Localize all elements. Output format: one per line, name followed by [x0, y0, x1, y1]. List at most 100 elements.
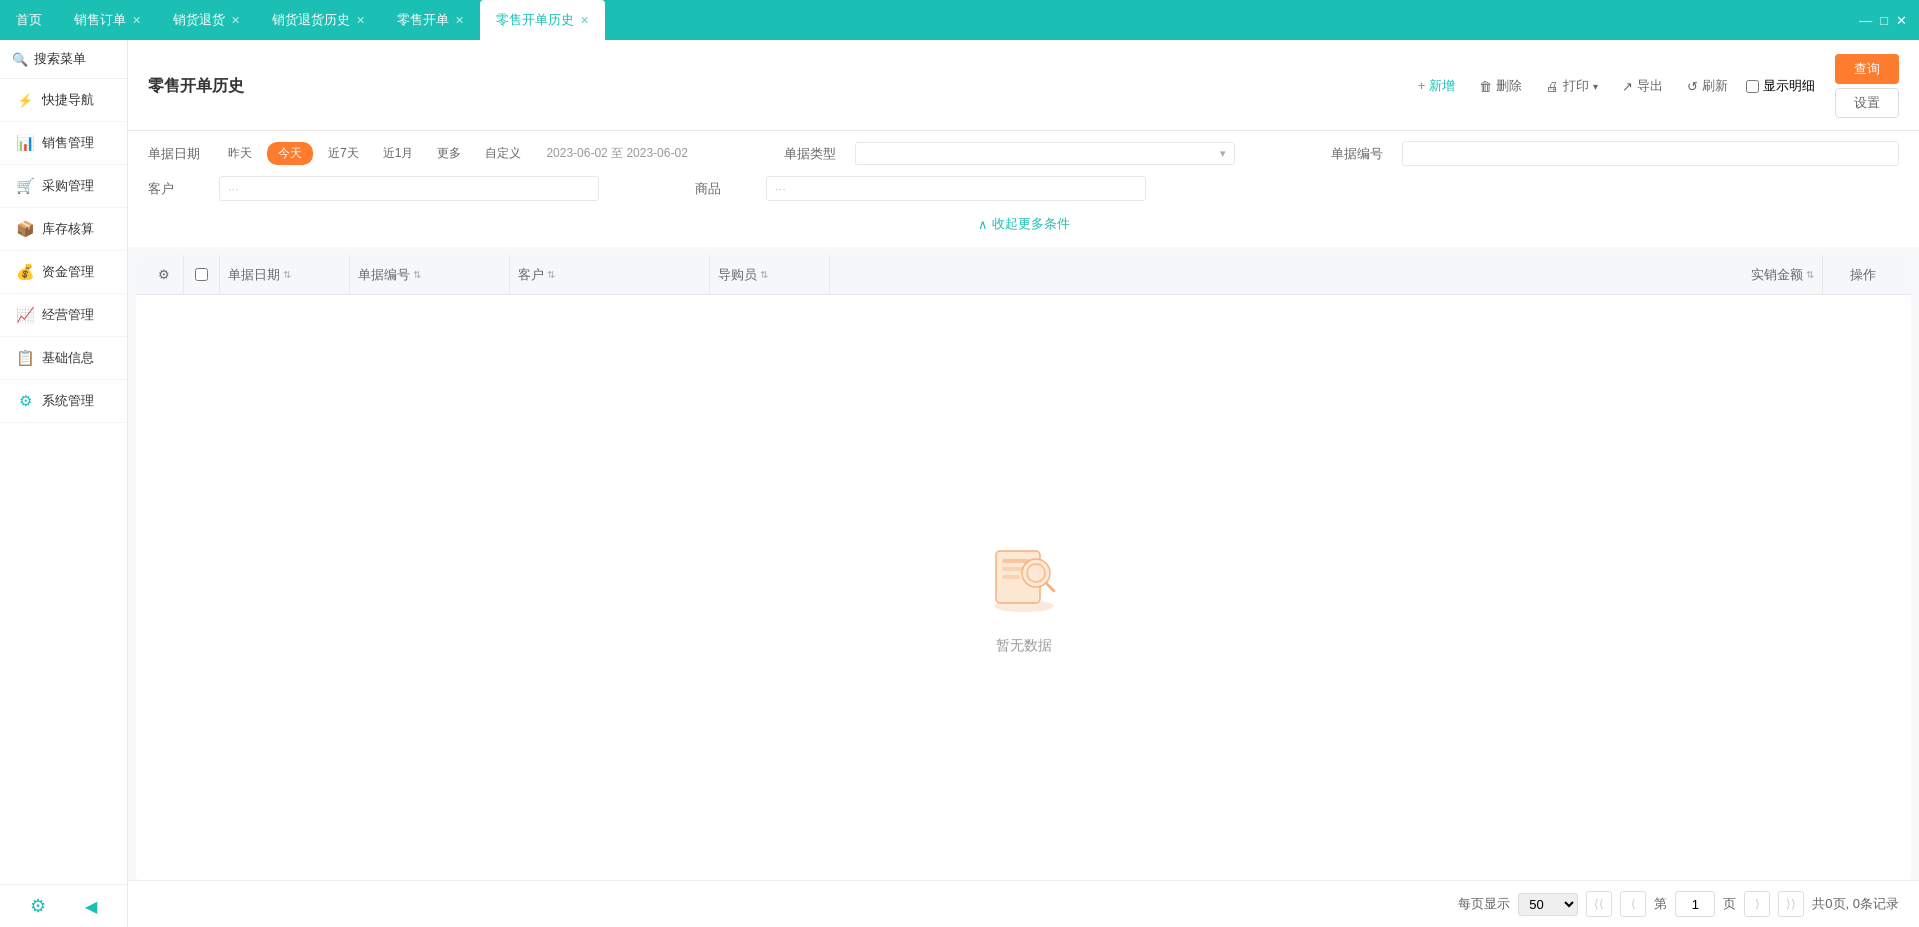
th-guide[interactable]: 导购员 ⇅ [710, 255, 830, 295]
product-select[interactable]: ··· [766, 176, 1146, 201]
th-amount[interactable]: 实销金额 ⇅ [830, 255, 1823, 295]
tab-close-sales-return-history[interactable]: ✕ [356, 14, 365, 27]
tab-sales-order[interactable]: 销售订单 ✕ [58, 0, 157, 40]
date-quick-buttons: 昨天 今天 近7天 近1月 更多 自定义 [219, 142, 530, 165]
tab-sales-return[interactable]: 销货退货 ✕ [157, 0, 256, 40]
sidebar-item-system[interactable]: ⚙ 系统管理 [0, 380, 127, 423]
toolbar: + 新增 🗑 删除 🖨 打印 ▾ ↗ 导出 [1412, 54, 1899, 118]
svg-rect-4 [1002, 575, 1020, 579]
sidebar-item-purchase-mgmt[interactable]: 🛒 采购管理 [0, 165, 127, 208]
tab-close-retail-open-history[interactable]: ✕ [580, 14, 589, 27]
total-info: 共0页, 0条记录 [1812, 895, 1899, 913]
chart-icon: 📊 [16, 134, 34, 152]
date-btn-more[interactable]: 更多 [428, 142, 470, 165]
top-tabbar: 首页 销售订单 ✕ 销货退货 ✕ 销货退货历史 ✕ 零售开单 ✕ 零售开单历史 … [0, 0, 1919, 40]
minimize-btn[interactable]: — [1859, 13, 1872, 28]
th-settings[interactable]: ⚙ [144, 255, 184, 295]
date-btn-last1month[interactable]: 近1月 [374, 142, 423, 165]
add-button[interactable]: + 新增 [1412, 73, 1461, 99]
sidebar-item-inventory[interactable]: 📦 库存核算 [0, 208, 127, 251]
table-area: ⚙ 单据日期 ⇅ 单据编号 ⇅ 客户 ⇅ 导购员 [136, 255, 1911, 880]
sidebar-search[interactable]: 🔍 搜索菜单 [0, 40, 127, 79]
sidebar-item-basic-info[interactable]: 📋 基础信息 [0, 337, 127, 380]
select-all-checkbox[interactable] [195, 268, 208, 281]
display-detail-checkbox[interactable] [1746, 80, 1759, 93]
tab-close-retail-open[interactable]: ✕ [455, 14, 464, 27]
sidebar-item-operations[interactable]: 📈 经营管理 [0, 294, 127, 337]
close-btn[interactable]: ✕ [1896, 13, 1907, 28]
tab-close-sales-return[interactable]: ✕ [231, 14, 240, 27]
th-ops: 操作 [1823, 255, 1903, 295]
page-title-row: 零售开单历史 + 新增 🗑 删除 🖨 打印 ▾ ↗ [148, 54, 1899, 118]
prev-page-btn[interactable]: ⟨ [1620, 891, 1646, 917]
collapse-sidebar-btn[interactable]: ◀ [85, 897, 97, 916]
date-btn-yesterday[interactable]: 昨天 [219, 142, 261, 165]
sidebar-item-label-operations: 经营管理 [42, 306, 94, 324]
page-size-select[interactable]: 50 10 20 100 [1518, 893, 1578, 916]
sidebar-item-label-quick-nav: 快捷导航 [42, 91, 94, 109]
doc-type-label: 单据类型 [784, 145, 839, 163]
refresh-button[interactable]: ↺ 刷新 [1681, 73, 1734, 99]
collapse-row: ∧ 收起更多条件 [148, 211, 1899, 239]
sidebar-item-label-finance: 资金管理 [42, 263, 94, 281]
sort-amount-icon: ⇅ [1806, 269, 1814, 280]
sort-no-icon: ⇅ [413, 269, 421, 280]
sidebar-item-quick-nav[interactable]: ⚡ 快捷导航 [0, 79, 127, 122]
product-label: 商品 [695, 180, 750, 198]
query-button[interactable]: 查询 [1835, 54, 1899, 84]
content-area: 零售开单历史 + 新增 🗑 删除 🖨 打印 ▾ ↗ [128, 40, 1919, 927]
tab-sales-return-history[interactable]: 销货退货历史 ✕ [256, 0, 381, 40]
page-number-input[interactable] [1675, 891, 1715, 917]
maximize-btn[interactable]: □ [1880, 13, 1888, 28]
sidebar-item-label-sales-mgmt: 销售管理 [42, 134, 94, 152]
sidebar-item-finance[interactable]: 💰 资金管理 [0, 251, 127, 294]
th-checkbox[interactable] [184, 255, 220, 295]
sidebar-item-label-system: 系统管理 [42, 392, 94, 410]
sidebar: 🔍 搜索菜单 ⚡ 快捷导航 📊 销售管理 🛒 采购管理 📦 库存核算 💰 资金管… [0, 40, 128, 927]
display-detail-toggle[interactable]: 显示明细 [1746, 77, 1815, 95]
tab-home[interactable]: 首页 [0, 0, 58, 40]
customer-label: 客户 [148, 180, 203, 198]
box-icon: 📦 [16, 220, 34, 238]
page-header: 零售开单历史 + 新增 🗑 删除 🖨 打印 ▾ ↗ [128, 40, 1919, 131]
delete-button[interactable]: 🗑 删除 [1473, 73, 1528, 99]
th-client[interactable]: 客户 ⇅ [510, 255, 710, 295]
pagination: 每页显示 50 10 20 100 ⟨⟨ ⟨ 第 页 ⟩ ⟩⟩ 共0页, 0条记… [128, 880, 1919, 927]
th-date[interactable]: 单据日期 ⇅ [220, 255, 350, 295]
empty-illustration [974, 521, 1074, 621]
last-page-btn[interactable]: ⟩⟩ [1778, 891, 1804, 917]
customer-select[interactable]: ··· [219, 176, 599, 201]
sidebar-item-label-inventory: 库存核算 [42, 220, 94, 238]
date-range-display: 2023-06-02 至 2023-06-02 [546, 145, 687, 162]
sidebar-search-label: 搜索菜单 [34, 50, 86, 68]
collapse-up-icon: ∧ [978, 217, 988, 232]
print-chevron-icon: ▾ [1593, 81, 1598, 92]
svg-line-7 [1046, 583, 1054, 591]
sort-date-icon: ⇅ [283, 269, 291, 280]
th-no[interactable]: 单据编号 ⇅ [350, 255, 510, 295]
tab-retail-open[interactable]: 零售开单 ✕ [381, 0, 480, 40]
tab-retail-open-history[interactable]: 零售开单历史 ✕ [480, 0, 605, 40]
empty-text: 暂无数据 [996, 637, 1052, 655]
export-icon: ↗ [1622, 79, 1633, 94]
export-button[interactable]: ↗ 导出 [1616, 73, 1669, 99]
print-button[interactable]: 🖨 打印 ▾ [1540, 73, 1604, 99]
doc-no-input[interactable] [1402, 141, 1899, 166]
date-btn-last7[interactable]: 近7天 [319, 142, 368, 165]
trending-icon: 📈 [16, 306, 34, 324]
empty-state: 暂无数据 [136, 295, 1911, 880]
doc-type-select[interactable]: ▾ [855, 142, 1235, 165]
date-btn-custom[interactable]: 自定义 [476, 142, 530, 165]
collapse-button[interactable]: ∧ 收起更多条件 [978, 215, 1070, 233]
tab-close-sales-order[interactable]: ✕ [132, 14, 141, 27]
next-page-btn[interactable]: ⟩ [1744, 891, 1770, 917]
flash-icon: ⚡ [16, 91, 34, 109]
first-page-btn[interactable]: ⟨⟨ [1586, 891, 1612, 917]
sidebar-item-sales-mgmt[interactable]: 📊 销售管理 [0, 122, 127, 165]
date-btn-today[interactable]: 今天 [267, 142, 313, 165]
filter-row-date: 单据日期 昨天 今天 近7天 近1月 更多 自定义 2023-06-02 至 2… [148, 141, 1899, 166]
search-icon: 🔍 [12, 52, 28, 67]
column-settings-icon[interactable]: ⚙ [158, 267, 170, 282]
settings-button[interactable]: 设置 [1835, 88, 1899, 118]
settings-icon-bottom[interactable]: ⚙ [30, 895, 46, 917]
